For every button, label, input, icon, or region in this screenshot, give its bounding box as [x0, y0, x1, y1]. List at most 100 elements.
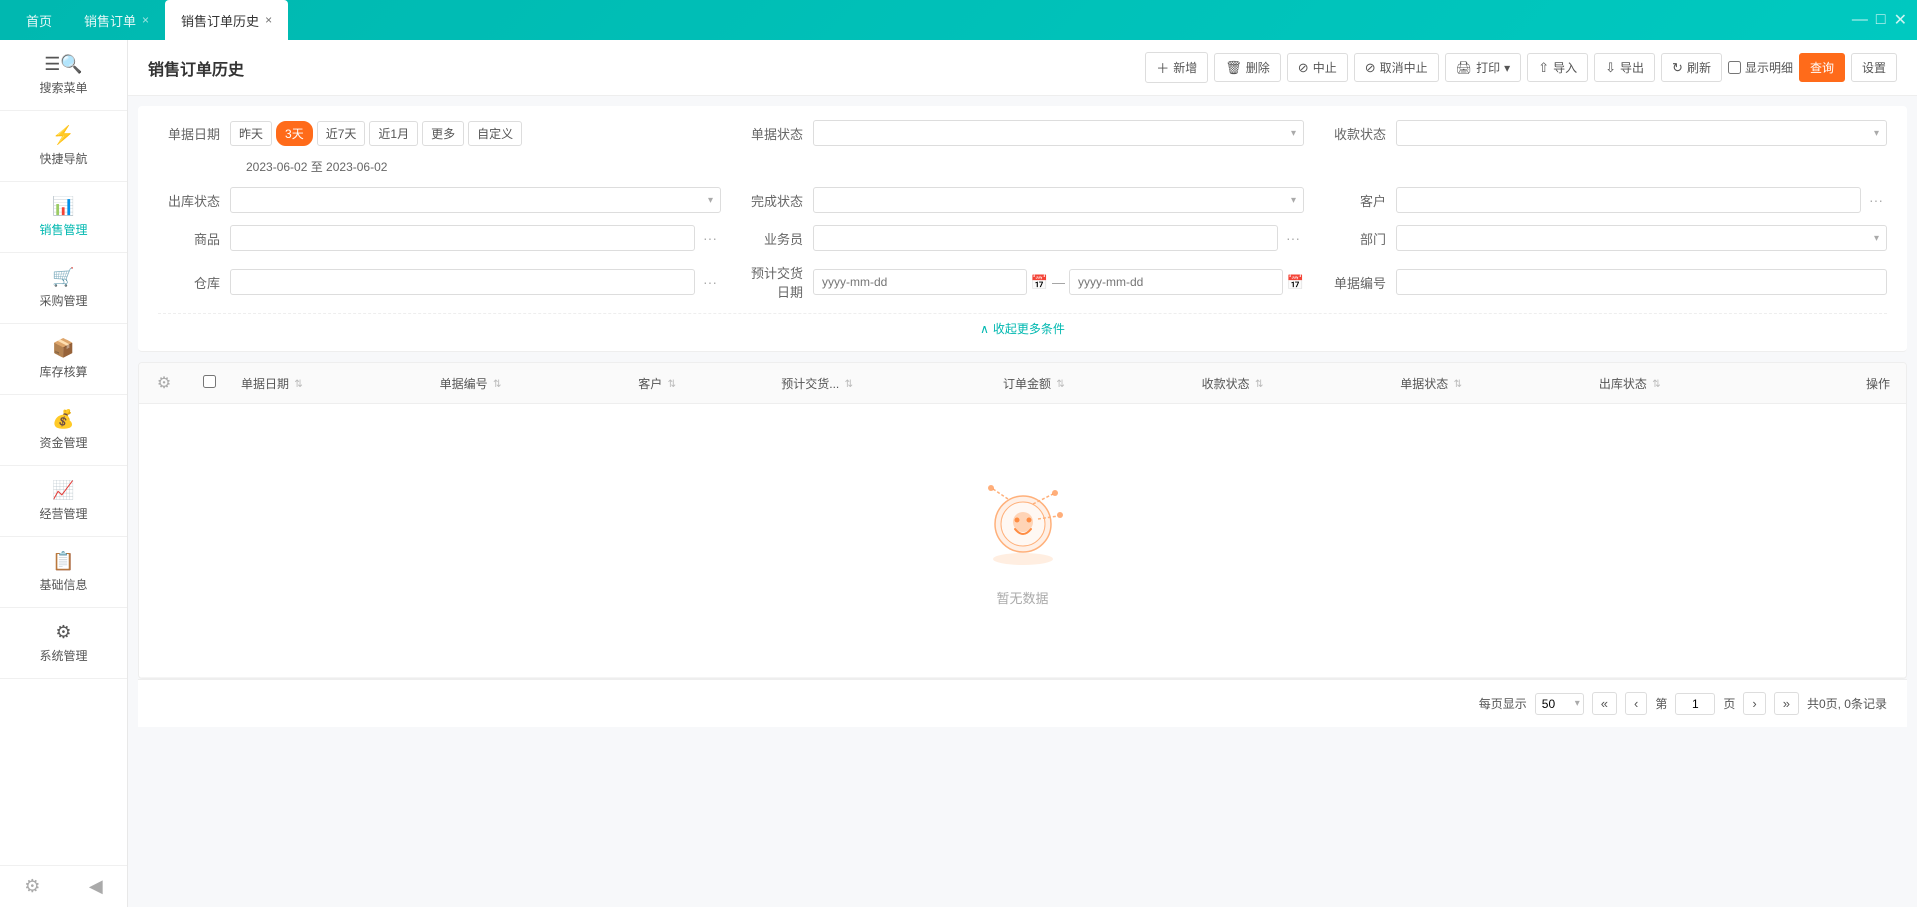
th-date[interactable]: 单据日期 ⇅	[229, 363, 428, 404]
date-custom-btn[interactable]: 自定义	[468, 121, 522, 146]
product-input[interactable]	[230, 225, 695, 251]
sidebar-item-sys-mgmt-label: 系统管理	[39, 647, 87, 664]
stop-button[interactable]: ⊘ 中止	[1287, 53, 1348, 82]
refresh-label: 刷新	[1687, 59, 1711, 76]
sidebar-item-search-menu[interactable]: ☰🔍 搜索菜单	[0, 40, 127, 111]
out-stock-select[interactable]: 全部 未出库 部分出库 已出库	[230, 187, 721, 213]
customer-dots-icon[interactable]: ···	[1865, 192, 1887, 208]
date-7days-btn[interactable]: 近7天	[317, 121, 366, 146]
collapse-label: 收起更多条件	[993, 320, 1065, 337]
sidebar-item-quick-nav[interactable]: ⚡ 快捷导航	[0, 111, 127, 182]
import-label: 导入	[1553, 59, 1577, 76]
sidebar-item-operations[interactable]: 📈 经营管理	[0, 466, 127, 537]
th-bill-status[interactable]: 单据状态 ⇅	[1388, 363, 1587, 404]
finance-icon: 💰	[52, 409, 74, 430]
close-window-icon[interactable]: ✕	[1894, 10, 1907, 30]
bill-no-label: 单据编号	[1324, 273, 1396, 292]
search-menu-icon: ☰🔍	[44, 54, 83, 75]
th-expected-date[interactable]: 预计交货... ⇅	[769, 363, 991, 404]
th-receipt-status[interactable]: 收款状态 ⇅	[1190, 363, 1389, 404]
salesman-content: ···	[813, 225, 1304, 251]
table-settings-icon[interactable]: ⚙	[157, 375, 171, 392]
collapse-button[interactable]: ∧ 收起更多条件	[980, 320, 1065, 337]
tab-sales-order-close[interactable]: ×	[142, 13, 149, 27]
receipt-status-select[interactable]: 全部 未收款 部分收款 已收款	[1396, 120, 1887, 146]
cancel-stop-button[interactable]: ⊘ 取消中止	[1354, 53, 1439, 82]
new-label: 新增	[1173, 59, 1197, 76]
filter-cell-product: 商品 ···	[158, 225, 721, 251]
th-out-stock-status-sort-icon: ⇅	[1652, 379, 1660, 390]
th-amount[interactable]: 订单金额 ⇅	[991, 363, 1190, 404]
end-cal-icon[interactable]: 📅	[1287, 274, 1304, 291]
show-detail-checkbox[interactable]	[1728, 61, 1741, 74]
import-icon: ⇧	[1538, 60, 1549, 76]
sidebar-item-finance[interactable]: 💰 资金管理	[0, 395, 127, 466]
last-page-button[interactable]: »	[1774, 692, 1799, 715]
th-bill-no-label: 单据编号	[440, 377, 488, 391]
delete-icon: 🗑	[1225, 60, 1242, 76]
bill-status-select[interactable]: 全部 待审核 已审核 已驳回	[813, 120, 1304, 146]
page-size-select[interactable]: 10 20 50 100	[1535, 693, 1584, 715]
salesman-dots-icon[interactable]: ···	[1282, 230, 1304, 246]
product-dots-icon[interactable]: ···	[699, 230, 721, 246]
print-arrow-icon: ▾	[1504, 61, 1510, 75]
bill-no-input[interactable]	[1396, 269, 1887, 295]
th-out-stock-status[interactable]: 出库状态 ⇅	[1587, 363, 1786, 404]
settings-button[interactable]: 设置	[1851, 53, 1897, 82]
query-button[interactable]: 查询	[1799, 53, 1845, 82]
filter-cell-dept: 部门 ▾	[1324, 225, 1887, 251]
product-label: 商品	[158, 229, 230, 248]
purchase-mgmt-icon: 🛒	[52, 267, 74, 288]
expected-date-content: 📅 — 📅	[813, 269, 1304, 295]
tab-sales-order-history[interactable]: 销售订单历史 ×	[165, 0, 288, 40]
th-receipt-status-label: 收款状态	[1202, 377, 1250, 391]
maximize-icon[interactable]: □	[1876, 11, 1886, 29]
sidebar-item-base-info[interactable]: 📋 基础信息	[0, 537, 127, 608]
export-button[interactable]: ⇩ 导出	[1594, 53, 1655, 82]
complete-status-select[interactable]: 全部 未完成 已完成	[813, 187, 1304, 213]
filter-row-1: 单据日期 昨天 3天 近7天 近1月 更多 自定义 单据状态	[158, 120, 1887, 146]
warehouse-label: 仓库	[158, 273, 230, 292]
date-3days-btn[interactable]: 3天	[276, 121, 313, 146]
start-cal-icon[interactable]: 📅	[1031, 274, 1048, 291]
salesman-input[interactable]	[813, 225, 1278, 251]
empty-state: 暂无数据	[151, 414, 1894, 667]
warehouse-dots-icon[interactable]: ···	[699, 274, 721, 290]
page-input[interactable]	[1675, 693, 1715, 715]
date-yesterday-btn[interactable]: 昨天	[230, 121, 272, 146]
refresh-button[interactable]: ↻ 刷新	[1661, 53, 1722, 82]
date-1month-btn[interactable]: 近1月	[369, 121, 418, 146]
show-detail-checkbox-label[interactable]: 显示明细	[1728, 59, 1793, 76]
print-button[interactable]: 🖨 打印 ▾	[1445, 53, 1522, 82]
prev-page-button[interactable]: ‹	[1625, 692, 1647, 715]
new-button[interactable]: ＋ 新增	[1145, 52, 1208, 83]
end-date-input[interactable]	[1069, 269, 1283, 295]
import-button[interactable]: ⇧ 导入	[1527, 53, 1588, 82]
th-bill-no[interactable]: 单据编号 ⇅	[428, 363, 627, 404]
minimize-icon[interactable]: —	[1852, 11, 1868, 29]
customer-input[interactable]	[1396, 187, 1861, 213]
page-header: 销售订单历史 ＋ 新增 🗑 删除 ⊘ 中止 ⊘ 取消中止	[128, 40, 1917, 96]
delete-button[interactable]: 🗑 删除	[1214, 53, 1281, 82]
tab-sales-order-history-close[interactable]: ×	[265, 13, 272, 27]
start-date-input[interactable]	[813, 269, 1027, 295]
dept-select[interactable]	[1396, 225, 1887, 251]
tab-sales-order[interactable]: 销售订单 ×	[68, 0, 165, 40]
warehouse-input[interactable]	[230, 269, 695, 295]
sidebar-item-purchase-mgmt[interactable]: 🛒 采购管理	[0, 253, 127, 324]
select-all-checkbox[interactable]	[203, 375, 216, 388]
next-page-button[interactable]: ›	[1743, 692, 1765, 715]
th-customer-sort-icon: ⇅	[668, 379, 676, 390]
sidebar-item-sales-mgmt[interactable]: 📊 销售管理	[0, 182, 127, 253]
date-more-btn[interactable]: 更多	[422, 121, 464, 146]
first-page-button[interactable]: «	[1592, 692, 1617, 715]
filter-cell-complete-status: 完成状态 全部 未完成 已完成 ▾	[741, 187, 1304, 213]
sidebar-item-inventory[interactable]: 📦 库存核算	[0, 324, 127, 395]
sidebar-collapse-icon[interactable]: ◀	[89, 876, 103, 897]
delete-label: 删除	[1246, 59, 1270, 76]
new-icon: ＋	[1156, 58, 1169, 77]
sidebar-item-sys-mgmt[interactable]: ⚙ 系统管理	[0, 608, 127, 679]
sidebar-settings-icon[interactable]: ⚙	[24, 876, 40, 897]
tab-home[interactable]: 首页	[10, 0, 68, 40]
th-customer[interactable]: 客户 ⇅	[626, 363, 769, 404]
